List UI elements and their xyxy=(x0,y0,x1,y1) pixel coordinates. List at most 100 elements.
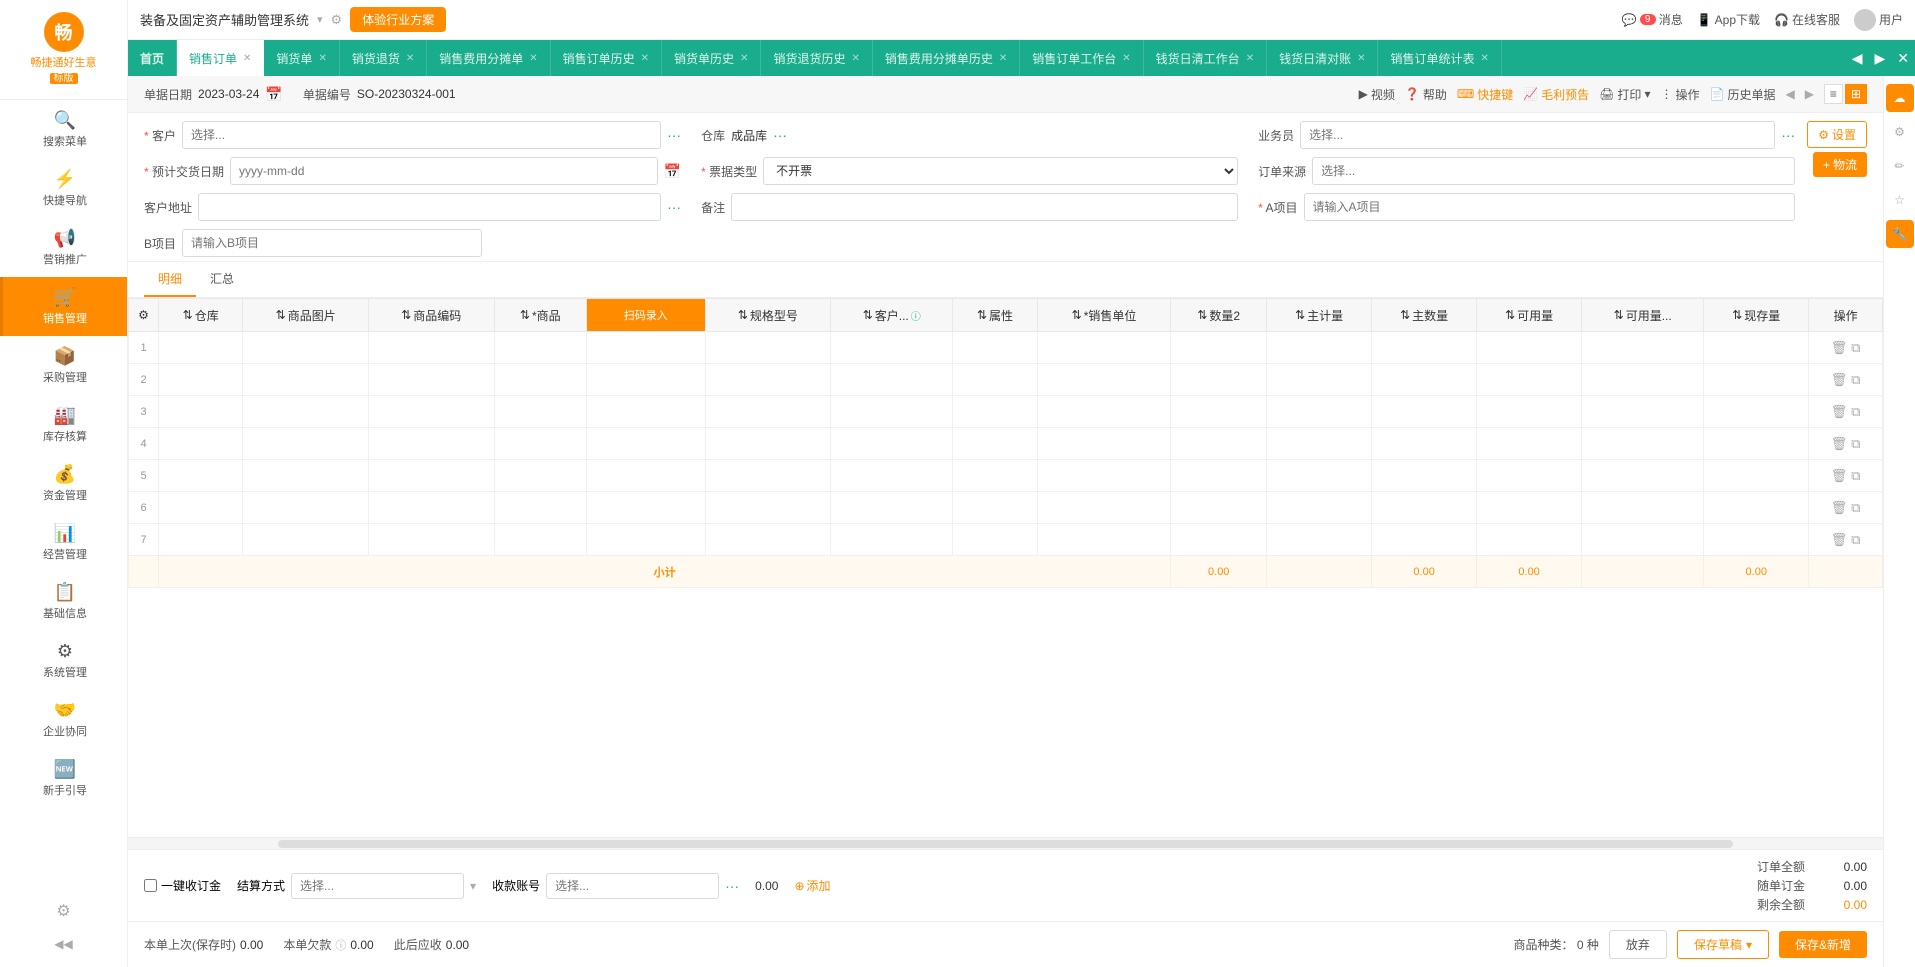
row-qty2[interactable] xyxy=(1171,396,1267,428)
row-available[interactable] xyxy=(1477,364,1582,396)
copy-row-btn[interactable]: ⧉ xyxy=(1851,532,1860,548)
row-attributes[interactable] xyxy=(953,492,1037,524)
row-available[interactable] xyxy=(1477,492,1582,524)
row-code[interactable] xyxy=(368,332,494,364)
rs-star-btn[interactable]: ☆ xyxy=(1886,186,1914,214)
row-spec[interactable] xyxy=(705,396,831,428)
row-warehouse[interactable] xyxy=(159,396,243,428)
settings-gear-btn[interactable]: ⚙ xyxy=(331,12,343,28)
row-customer-code[interactable] xyxy=(831,460,953,492)
nav-prev-btn[interactable]: ◀ xyxy=(1846,40,1869,76)
row-stock[interactable] xyxy=(1704,524,1809,556)
row-sales-unit[interactable] xyxy=(1037,524,1171,556)
row-goods[interactable] xyxy=(494,524,586,556)
note-input[interactable] xyxy=(731,193,1238,221)
row-code[interactable] xyxy=(368,524,494,556)
row-available2[interactable] xyxy=(1582,364,1704,396)
horizontal-scroll[interactable] xyxy=(128,837,1883,849)
agent-input[interactable] xyxy=(1300,121,1775,149)
delete-row-btn[interactable]: 🗑 xyxy=(1831,468,1848,484)
row-sales-unit[interactable] xyxy=(1037,396,1171,428)
copy-row-btn[interactable]: ⧉ xyxy=(1851,468,1860,484)
row-warehouse[interactable] xyxy=(159,428,243,460)
row-main-unit[interactable] xyxy=(1267,332,1372,364)
tab-sales-order-history[interactable]: 销售订单历史 ✕ xyxy=(551,40,662,76)
rs-edit-btn[interactable]: ✏ xyxy=(1886,152,1914,180)
scan-btn[interactable]: 扫码录入 xyxy=(618,305,674,325)
shortcut-action-btn[interactable]: ⌨ 快捷键 xyxy=(1457,86,1513,103)
row-sales-unit[interactable] xyxy=(1037,428,1171,460)
delete-row-btn[interactable]: 🗑 xyxy=(1831,532,1848,548)
row-attributes[interactable] xyxy=(953,460,1037,492)
print-action-btn[interactable]: 🖨 打印 ▾ xyxy=(1599,86,1650,103)
row-warehouse[interactable] xyxy=(159,492,243,524)
row-attributes[interactable] xyxy=(953,364,1037,396)
row-code[interactable] xyxy=(368,492,494,524)
row-main-unit[interactable] xyxy=(1267,428,1372,460)
rs-settings-btn[interactable]: ⚙ xyxy=(1886,118,1914,146)
tab-sales-invoice-history[interactable]: 销货单历史 ✕ xyxy=(662,40,761,76)
operation-action-btn[interactable]: ⋮ 操作 xyxy=(1660,86,1699,103)
row-stock[interactable] xyxy=(1704,492,1809,524)
sidebar-item-quick[interactable]: ⚡ 快捷导航 xyxy=(0,159,127,218)
save-draft-btn[interactable]: 保存草稿 ▾ xyxy=(1677,930,1769,959)
history-action-btn[interactable]: 📄 历史单据 xyxy=(1709,86,1775,103)
copy-row-btn[interactable]: ⧉ xyxy=(1851,436,1860,452)
row-attributes[interactable] xyxy=(953,396,1037,428)
receipt-account-more-btn[interactable]: ··· xyxy=(725,878,739,894)
sidebar-item-system[interactable]: ⚙ 系统管理 xyxy=(0,631,127,690)
tab-summary[interactable]: 汇总 xyxy=(196,262,248,297)
delete-row-btn[interactable]: 🗑 xyxy=(1831,372,1848,388)
row-available2[interactable] xyxy=(1582,396,1704,428)
sidebar-item-guide[interactable]: 🆕 新手引导 xyxy=(0,749,127,808)
tab-cash-workbench[interactable]: 钱货日清工作台 ✕ xyxy=(1144,40,1267,76)
online-support-btn[interactable]: 🎧 在线客服 xyxy=(1774,11,1840,28)
delivery-date-input[interactable] xyxy=(230,157,658,185)
row-warehouse[interactable] xyxy=(159,364,243,396)
row-available[interactable] xyxy=(1477,460,1582,492)
row-main-unit[interactable] xyxy=(1267,460,1372,492)
row-spec[interactable] xyxy=(705,364,831,396)
row-available2[interactable] xyxy=(1582,332,1704,364)
rs-cloud-btn[interactable]: ☁ xyxy=(1886,84,1914,112)
row-customer-code[interactable] xyxy=(831,524,953,556)
list-layout-btn[interactable]: ≡ xyxy=(1824,84,1843,104)
row-code[interactable] xyxy=(368,460,494,492)
tab-close-icon[interactable]: ✕ xyxy=(529,53,537,64)
row-qty2[interactable] xyxy=(1171,492,1267,524)
row-customer-code[interactable] xyxy=(831,492,953,524)
rs-tool-btn[interactable]: 🔧 xyxy=(1886,220,1914,248)
row-qty2[interactable] xyxy=(1171,364,1267,396)
row-main-qty[interactable] xyxy=(1372,492,1477,524)
tab-sales-expense[interactable]: 销售费用分摊单 ✕ xyxy=(427,40,550,76)
sidebar-item-search[interactable]: 🔍 搜索菜单 xyxy=(0,100,127,159)
user-btn[interactable]: 用户 xyxy=(1854,9,1903,31)
row-qty2[interactable] xyxy=(1171,460,1267,492)
row-goods[interactable] xyxy=(494,460,586,492)
row-available[interactable] xyxy=(1477,396,1582,428)
delivery-date-calendar-icon[interactable]: 📅 xyxy=(664,163,681,180)
receipt-account-input[interactable] xyxy=(546,873,719,899)
tab-sales-invoice[interactable]: 销货单 ✕ xyxy=(264,40,339,76)
row-goods[interactable] xyxy=(494,364,586,396)
row-main-qty[interactable] xyxy=(1372,364,1477,396)
row-available[interactable] xyxy=(1477,524,1582,556)
row-code[interactable] xyxy=(368,396,494,428)
sidebar-item-inventory[interactable]: 🏭 库存核算 xyxy=(0,395,127,454)
copy-row-btn[interactable]: ⧉ xyxy=(1851,500,1860,516)
tab-close-icon[interactable]: ✕ xyxy=(1246,53,1254,64)
tab-close-icon[interactable]: ✕ xyxy=(243,53,251,64)
tab-close-icon[interactable]: ✕ xyxy=(1122,53,1130,64)
row-warehouse[interactable] xyxy=(159,332,243,364)
a-project-input[interactable] xyxy=(1304,193,1796,221)
tab-close-icon[interactable]: ✕ xyxy=(1481,53,1489,64)
row-spec[interactable] xyxy=(705,332,831,364)
prev-record-btn[interactable]: ◀ xyxy=(1785,87,1794,101)
sidebar-item-basic-info[interactable]: 📋 基础信息 xyxy=(0,572,127,631)
tab-close-icon[interactable]: ✕ xyxy=(318,53,326,64)
nav-next-btn[interactable]: ▶ xyxy=(1868,40,1891,76)
sidebar-item-operations[interactable]: 📊 经营管理 xyxy=(0,513,127,572)
sidebar-item-finance[interactable]: 💰 资金管理 xyxy=(0,454,127,513)
row-qty2[interactable] xyxy=(1171,524,1267,556)
tab-close-icon[interactable]: ✕ xyxy=(999,53,1007,64)
